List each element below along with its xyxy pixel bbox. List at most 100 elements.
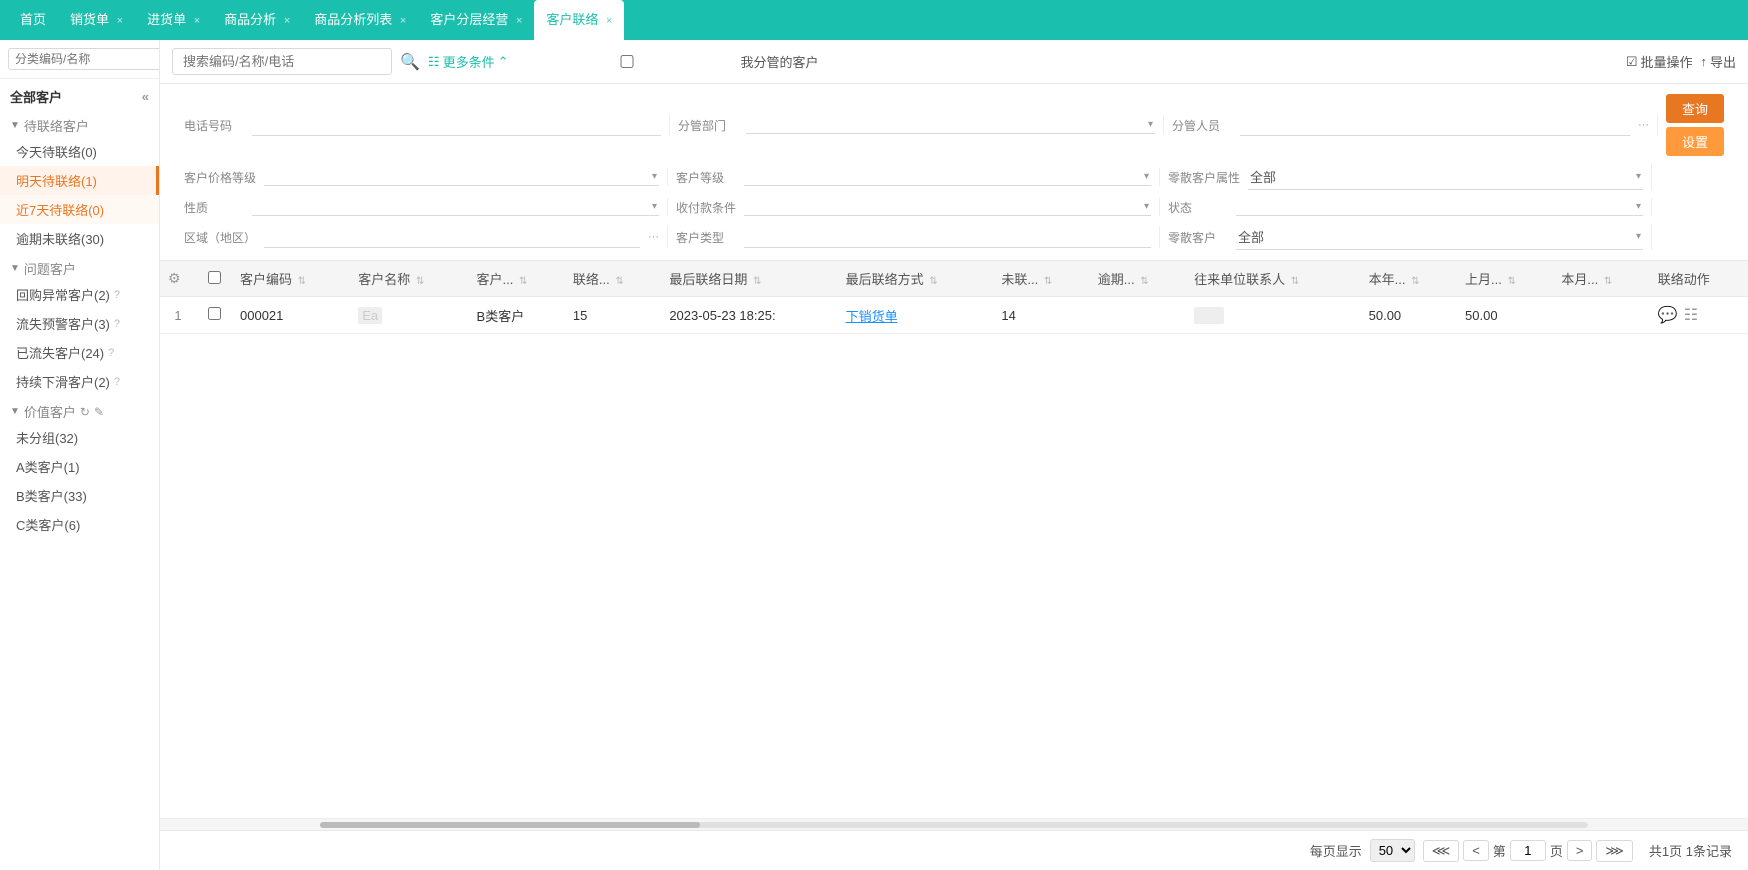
refresh-icon[interactable]: ↻ bbox=[80, 405, 90, 419]
close-customer-layered-icon[interactable]: × bbox=[516, 15, 522, 27]
batch-ops-button[interactable]: ☑ 批量操作 bbox=[1626, 52, 1693, 71]
row-last-month: 50.00 bbox=[1457, 297, 1553, 334]
sidebar-item-churned[interactable]: 已流失客户(24) ? bbox=[0, 338, 159, 367]
sort-contacts-icon[interactable]: ⇅ bbox=[615, 276, 623, 287]
filter-customer-type-input[interactable] bbox=[744, 226, 1151, 248]
filter-retail-customer-select[interactable]: 全部 ▾ bbox=[1236, 224, 1643, 250]
sort-code-icon[interactable]: ⇅ bbox=[298, 276, 306, 287]
row-uncontacted: 14 bbox=[993, 297, 1089, 334]
close-purchase-icon[interactable]: × bbox=[194, 15, 200, 27]
contacts2-blurred bbox=[1194, 307, 1224, 324]
filter-person-input[interactable] bbox=[1240, 114, 1630, 136]
search-button[interactable]: 🔍 bbox=[400, 52, 420, 72]
advanced-filter-panel: 电话号码 分管部门 ▾ 分管人员 ··· 查询 设置 bbox=[160, 84, 1748, 261]
export-button[interactable]: ↑ 导出 bbox=[1700, 52, 1736, 71]
sort-last-contact-way-icon[interactable]: ⇅ bbox=[929, 276, 937, 287]
sidebar-search-input[interactable] bbox=[8, 48, 160, 70]
chevron-up-icon: ⌃ bbox=[498, 54, 509, 70]
filter-row-1: 电话号码 分管部门 ▾ 分管人员 ··· 查询 设置 bbox=[176, 94, 1732, 156]
nav-sales[interactable]: 销货单 × bbox=[58, 0, 135, 40]
sidebar-item-ungrouped[interactable]: 未分组(32) bbox=[0, 423, 159, 452]
chevron-down-icon-2: ▾ bbox=[652, 171, 657, 182]
sidebar-item-tomorrow[interactable]: 明天待联络(1) bbox=[0, 166, 159, 195]
chevron-down-icon-8: ▾ bbox=[1636, 231, 1641, 242]
sort-this-month-icon[interactable]: ⇅ bbox=[1604, 276, 1612, 287]
sort-type-icon[interactable]: ⇅ bbox=[519, 276, 527, 287]
select-all-checkbox[interactable] bbox=[208, 271, 221, 284]
last-page-button[interactable]: ⋙ bbox=[1596, 840, 1633, 862]
message-icon[interactable]: 💬 bbox=[1658, 305, 1678, 325]
sort-name-icon[interactable]: ⇅ bbox=[416, 276, 424, 287]
nav-purchase[interactable]: 进货单 × bbox=[135, 0, 212, 40]
query-button[interactable]: 查询 bbox=[1666, 94, 1724, 123]
row-checkbox[interactable] bbox=[208, 307, 221, 320]
sidebar-item-overdue[interactable]: 逾期未联络(30) bbox=[0, 224, 159, 253]
filter-person-more[interactable]: ··· bbox=[1638, 119, 1649, 131]
last-contact-way-link[interactable]: 下销货单 bbox=[846, 309, 898, 324]
filter-payment-select[interactable]: ▾ bbox=[744, 198, 1151, 216]
col-checkbox-header bbox=[196, 261, 232, 297]
collapse-icon[interactable]: « bbox=[142, 89, 149, 104]
filter-phone-input[interactable] bbox=[252, 114, 661, 136]
close-customer-contact-icon[interactable]: × bbox=[606, 15, 612, 27]
sidebar-item-b-class[interactable]: B类客户(33) bbox=[0, 481, 159, 510]
sidebar-item-repurchase-abnormal[interactable]: 回购异常客户(2) ? bbox=[0, 280, 159, 309]
filter-price-level-select[interactable]: ▾ bbox=[264, 168, 659, 186]
sort-overdue-icon[interactable]: ⇅ bbox=[1140, 276, 1148, 287]
row-contacts2 bbox=[1186, 297, 1361, 334]
filter-region-input[interactable] bbox=[264, 226, 640, 248]
help-icon-4: ? bbox=[114, 376, 120, 388]
row-this-year: 50.00 bbox=[1361, 297, 1457, 334]
settings-icon[interactable]: ⚙ bbox=[168, 270, 181, 286]
sidebar-item-a-class[interactable]: A类客户(1) bbox=[0, 452, 159, 481]
nav-product-analysis[interactable]: 商品分析 × bbox=[212, 0, 302, 40]
nav-customer-contact[interactable]: 客户联络 × bbox=[534, 0, 624, 40]
chevron-down-icon-7: ▾ bbox=[1636, 201, 1641, 212]
scrollbar-thumb[interactable] bbox=[320, 822, 700, 828]
sort-this-year-icon[interactable]: ⇅ bbox=[1411, 276, 1419, 287]
filter-dept-select[interactable]: ▾ bbox=[746, 116, 1155, 134]
prev-page-button[interactable]: < bbox=[1463, 840, 1489, 861]
set-button[interactable]: 设置 bbox=[1666, 127, 1724, 156]
nav-home[interactable]: 首页 bbox=[8, 0, 58, 40]
filter-phone: 电话号码 bbox=[176, 114, 670, 136]
filter-status-select[interactable]: ▾ bbox=[1236, 198, 1643, 216]
chevron-down-icon-1: ▾ bbox=[1148, 119, 1153, 130]
filter-customer-level-select[interactable]: ▾ bbox=[744, 168, 1151, 186]
sidebar-item-declining[interactable]: 持续下滑客户(2) ? bbox=[0, 367, 159, 396]
sort-uncontacted-icon[interactable]: ⇅ bbox=[1044, 276, 1052, 287]
sort-last-contact-date-icon[interactable]: ⇅ bbox=[753, 276, 761, 287]
more-filter-button[interactable]: ☷ 更多条件 ⌃ bbox=[428, 52, 509, 71]
row-this-month bbox=[1553, 297, 1649, 334]
page-input[interactable] bbox=[1510, 840, 1546, 861]
filter-icon: ☷ bbox=[428, 54, 440, 70]
first-page-button[interactable]: ⋘ bbox=[1423, 840, 1460, 862]
col-this-year-header: 本年... ⇅ bbox=[1361, 261, 1457, 297]
sort-contacts2-icon[interactable]: ⇅ bbox=[1291, 276, 1299, 287]
nav-customer-layered[interactable]: 客户分层经营 × bbox=[418, 0, 534, 40]
edit-icon[interactable]: ✎ bbox=[94, 405, 104, 419]
filter-retail-attr-label: 零散客户属性 bbox=[1168, 169, 1240, 186]
chevron-down-icon-5: ▾ bbox=[652, 201, 657, 212]
close-product-analysis-list-icon[interactable]: × bbox=[400, 15, 406, 27]
sidebar-item-today[interactable]: 今天待联络(0) bbox=[0, 137, 159, 166]
page-size-select[interactable]: 50 bbox=[1370, 839, 1415, 862]
filter-retail-attr-select[interactable]: 全部 ▾ bbox=[1248, 164, 1643, 190]
next-page-button[interactable]: > bbox=[1567, 840, 1593, 861]
sidebar-item-churn-warning[interactable]: 流失预警客户(3) ? bbox=[0, 309, 159, 338]
nav-product-analysis-list[interactable]: 商品分析列表 × bbox=[302, 0, 418, 40]
close-sales-icon[interactable]: × bbox=[117, 15, 123, 27]
grid-icon[interactable]: ☷ bbox=[1684, 305, 1698, 325]
my-customers-checkbox[interactable] bbox=[517, 55, 737, 68]
close-product-analysis-icon[interactable]: × bbox=[284, 15, 290, 27]
sort-last-month-icon[interactable]: ⇅ bbox=[1507, 276, 1515, 287]
filter-region-more[interactable]: ··· bbox=[648, 231, 659, 243]
customer-table: ⚙ 客户编码 ⇅ 客户名称 ⇅ bbox=[160, 261, 1748, 334]
filter-region-label: 区域（地区） bbox=[184, 229, 256, 246]
sidebar-item-c-class[interactable]: C类客户(6) bbox=[0, 510, 159, 539]
search-input[interactable] bbox=[172, 48, 392, 75]
sidebar-item-7days[interactable]: 近7天待联络(0) bbox=[0, 195, 159, 224]
scrollbar-track[interactable] bbox=[320, 822, 1588, 828]
filter-nature-select[interactable]: ▾ bbox=[252, 198, 659, 216]
col-contacts-header: 联络... ⇅ bbox=[565, 261, 661, 297]
